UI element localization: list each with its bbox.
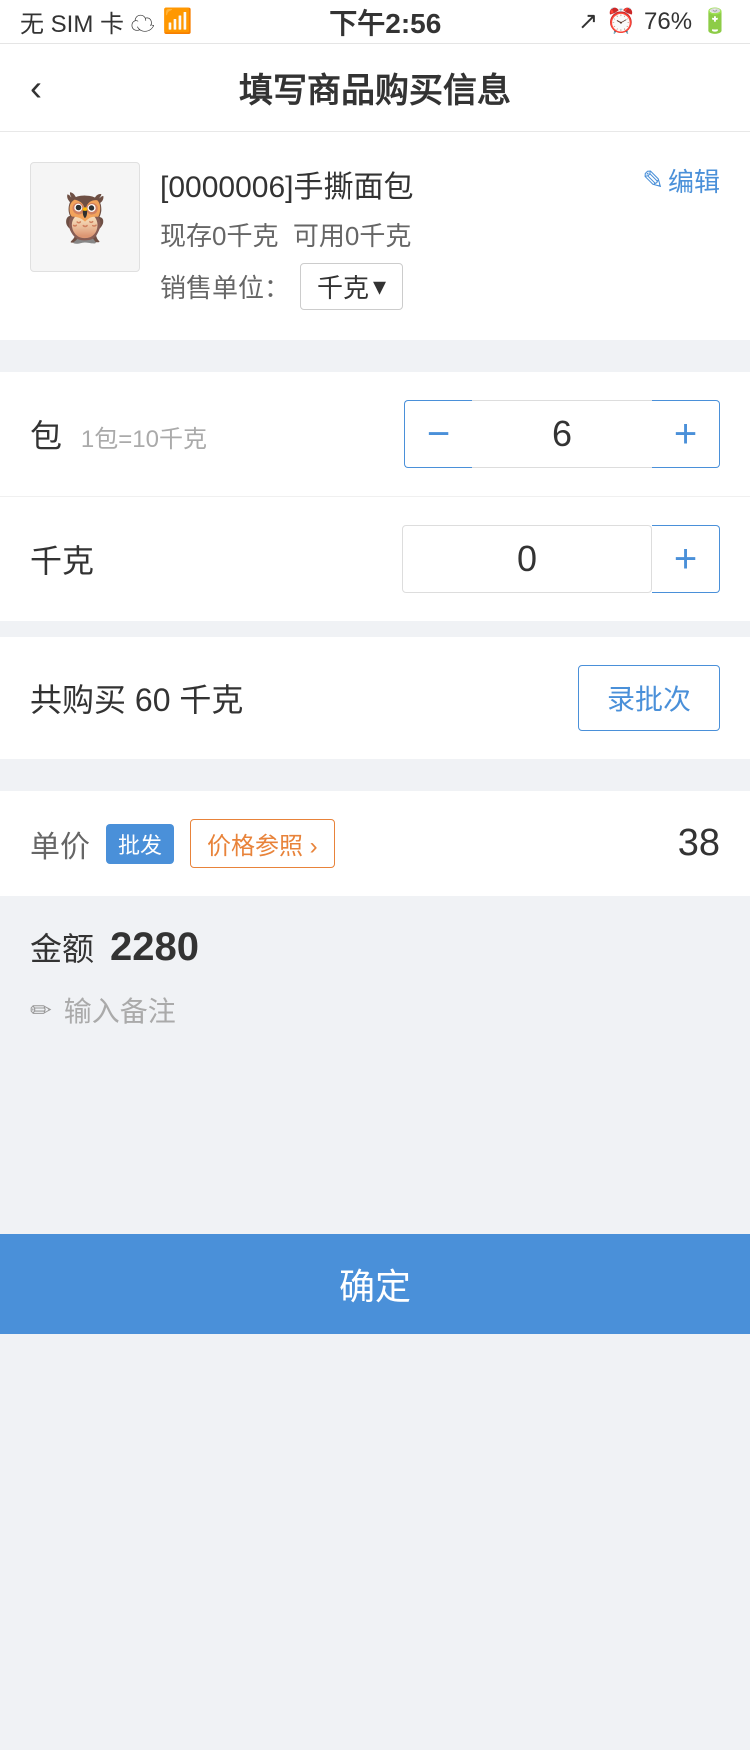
price-row: 单价 批发 价格参照 › 38 — [30, 819, 720, 868]
batch-button[interactable]: 录批次 — [578, 665, 720, 731]
amount-row: 金额 2280 — [30, 924, 720, 970]
price-section: 单价 批发 价格参照 › 38 — [0, 791, 750, 896]
page-title: 填写商品购买信息 — [239, 63, 511, 112]
unit-value: 千克 — [317, 268, 369, 305]
battery-label: 76% — [644, 8, 692, 36]
pack-qty-input[interactable] — [472, 400, 652, 468]
kg-label: 千克 — [30, 536, 402, 582]
remark-placeholder: 输入备注 — [64, 990, 176, 1030]
product-thumbnail: 🦉 — [30, 162, 140, 272]
main-content: 🦉 [0000006]手撕面包 ✎ 编辑 现存0千克 可用0千克 销售单位： 千… — [0, 132, 750, 1750]
kg-row: 千克 + — [0, 497, 750, 621]
status-bar: 无 SIM 卡 ☁ 📶 下午2:56 ↗ ⏰ 76% 🔋 — [0, 0, 750, 44]
divider-1 — [0, 356, 750, 372]
kg-qty-input[interactable] — [402, 525, 652, 593]
price-value: 38 — [678, 822, 720, 865]
pack-qty-control: − + — [404, 400, 720, 468]
price-label: 单价 — [30, 822, 90, 866]
product-card: 🦉 [0000006]手撕面包 ✎ 编辑 现存0千克 可用0千克 销售单位： 千… — [0, 132, 750, 340]
pack-row: 包 1包=10千克 − + — [0, 372, 750, 497]
sim-label: 无 SIM 卡 ☁ — [20, 4, 155, 39]
edit-label: 编辑 — [668, 162, 720, 199]
summary-row: 共购买 60 千克 录批次 — [0, 637, 750, 759]
status-right: ↗ ⏰ 76% 🔋 — [578, 7, 730, 36]
product-stock: 现存0千克 可用0千克 — [160, 216, 720, 253]
summary-text: 共购买 60 千克 — [30, 675, 243, 721]
location-icon: ↗ — [578, 7, 598, 36]
amount-label: 金额 — [30, 924, 94, 970]
pack-plus-button[interactable]: + — [652, 400, 720, 468]
empty-space — [0, 1050, 750, 1650]
pencil-icon: ✏ — [30, 995, 52, 1026]
divider-2 — [0, 775, 750, 791]
status-left: 无 SIM 卡 ☁ 📶 — [20, 4, 193, 39]
quantity-section: 包 1包=10千克 − + 千克 + — [0, 372, 750, 621]
edit-icon: ✎ — [642, 165, 664, 196]
wifi-icon: 📶 — [163, 7, 193, 36]
bottom-spacer — [0, 1650, 750, 1750]
status-time: 下午2:56 — [329, 2, 441, 42]
price-tag-badge: 批发 — [106, 824, 174, 864]
product-image-icon: 🦉 — [55, 189, 115, 246]
product-unit-row: 销售单位： 千克 ▾ — [160, 263, 720, 310]
alarm-icon: ⏰ — [606, 7, 636, 36]
back-button[interactable]: ‹ — [30, 67, 42, 109]
pack-hint: 1包=10千克 — [81, 426, 207, 453]
amount-section: 金额 2280 ✏ 输入备注 — [0, 896, 750, 1050]
nav-bar: ‹ 填写商品购买信息 — [0, 44, 750, 132]
product-name: [0000006]手撕面包 — [160, 162, 413, 206]
pack-minus-button[interactable]: − — [404, 400, 472, 468]
pack-label: 包 1包=10千克 — [30, 411, 404, 457]
confirm-bar[interactable]: 确定 — [0, 1234, 750, 1334]
edit-button[interactable]: ✎ 编辑 — [642, 162, 720, 199]
kg-qty-control: + — [402, 525, 720, 593]
kg-plus-button[interactable]: + — [652, 525, 720, 593]
dropdown-icon: ▾ — [373, 271, 386, 302]
product-info: [0000006]手撕面包 ✎ 编辑 现存0千克 可用0千克 销售单位： 千克 … — [160, 162, 720, 310]
remark-row[interactable]: ✏ 输入备注 — [30, 990, 720, 1030]
battery-icon: 🔋 — [700, 7, 730, 36]
price-ref-button[interactable]: 价格参照 › — [190, 819, 335, 868]
amount-value: 2280 — [110, 925, 199, 970]
unit-select[interactable]: 千克 ▾ — [300, 263, 403, 310]
confirm-label: 确定 — [339, 1258, 411, 1310]
